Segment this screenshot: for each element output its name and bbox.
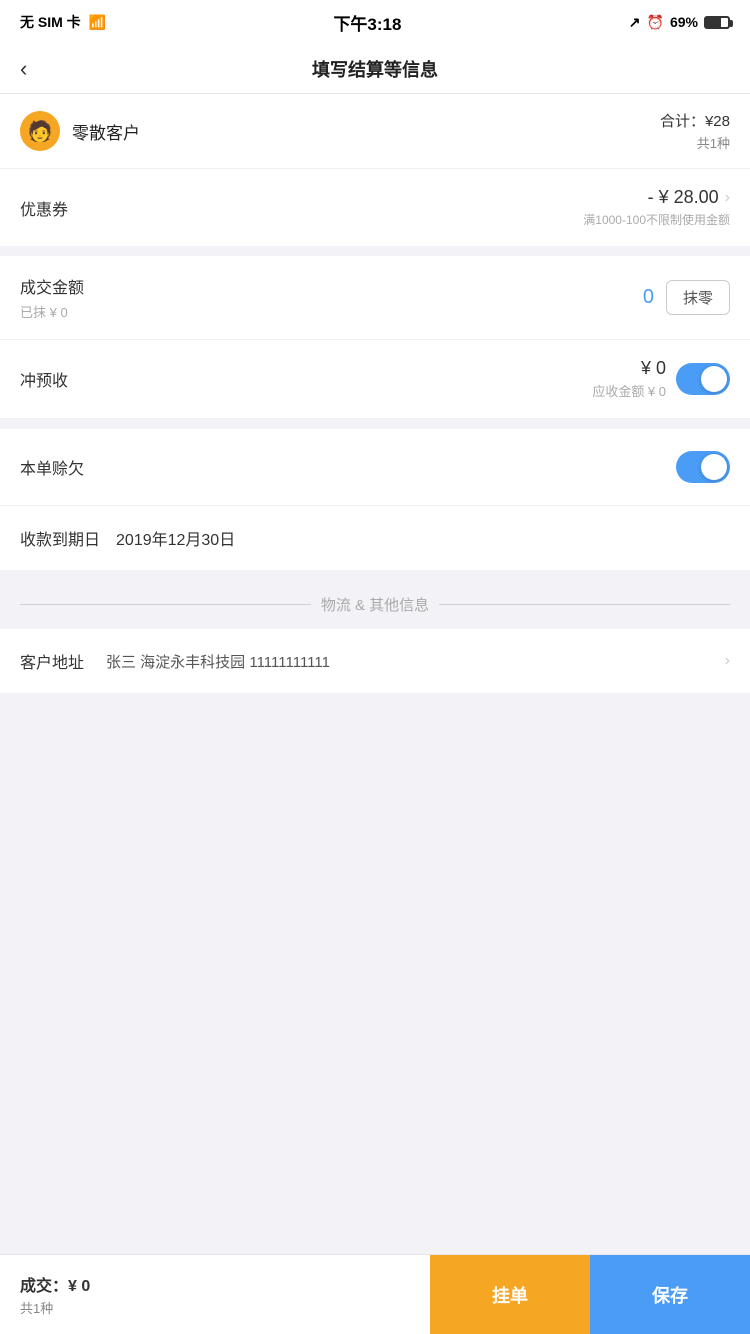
due-date-value[interactable]: 2019年12月30日 — [116, 526, 235, 550]
status-bar: 无 SIM 卡 📶 下午3:18 ↗ ⏰ 69% — [0, 0, 750, 44]
coupon-chevron: › — [725, 189, 730, 207]
coupon-label: 优惠券 — [20, 196, 68, 220]
back-button[interactable]: ‹ — [20, 56, 27, 82]
coupon-row[interactable]: 优惠券 - ¥ 28.00 › 满1000-100不限制使用金额 — [0, 168, 750, 246]
transaction-amount-label: 成交金额 — [20, 274, 100, 298]
bottom-total-value: ¥ 0 — [68, 1278, 90, 1295]
prepayment-row: 冲预收 ¥ 0 应收金额 ¥ 0 — [0, 340, 750, 419]
prepayment-right: ¥ 0 应收金额 ¥ 0 — [592, 358, 730, 400]
pending-button[interactable]: 挂单 — [430, 1255, 590, 1334]
status-right: ↗ ⏰ 69% — [629, 14, 730, 31]
prepayment-amount-col: ¥ 0 应收金额 ¥ 0 — [592, 358, 666, 400]
logistics-line: 物流 & 其他信息 — [20, 594, 730, 615]
prepayment-label: 冲预收 — [20, 367, 100, 391]
transaction-amount-value[interactable]: 0 — [624, 286, 654, 309]
coupon-right: - ¥ 28.00 › 满1000-100不限制使用金额 — [583, 187, 730, 228]
customer-row: 🧑 零散客户 合计：¥28 共1种 — [0, 94, 750, 168]
customer-left: 🧑 零散客户 — [20, 111, 140, 151]
bottom-total-label: 成交： — [20, 1278, 68, 1295]
prepayment-amount: ¥ 0 — [592, 358, 666, 379]
total-label: 合计：¥28 — [660, 110, 730, 131]
customer-name: 零散客户 — [72, 119, 140, 144]
transaction-amount-sub: 已抹 ¥ 0 — [20, 302, 100, 321]
wifi-icon: 📶 — [89, 14, 106, 31]
battery-icon — [704, 16, 730, 29]
address-card: 客户地址 张三 海淀永丰科技园 11111111111 › — [0, 629, 750, 693]
prepayment-left: 冲预收 — [20, 367, 100, 391]
nav-bar: ‹ 填写结算等信息 — [0, 44, 750, 94]
debit-card: 本单赊欠 收款到期日 2019年12月30日 — [0, 429, 750, 570]
alarm-icon: ⏰ — [647, 14, 664, 31]
due-date-label: 收款到期日 — [20, 526, 100, 550]
transaction-amount-row: 成交金额 已抹 ¥ 0 0 抹零 — [0, 256, 750, 340]
content: 🧑 零散客户 合计：¥28 共1种 优惠券 - ¥ 28.00 › 满1000-… — [0, 94, 750, 803]
debit-row: 本单赊欠 — [0, 429, 750, 505]
item-count: 共1种 — [660, 133, 730, 152]
page-title: 填写结算等信息 — [312, 56, 438, 82]
debit-label: 本单赊欠 — [20, 455, 84, 479]
logistics-section: 物流 & 其他信息 — [0, 580, 750, 629]
status-time: 下午3:18 — [333, 10, 401, 35]
prepayment-toggle[interactable] — [676, 363, 730, 395]
save-button[interactable]: 保存 — [590, 1255, 750, 1334]
address-row[interactable]: 客户地址 张三 海淀永丰科技园 11111111111 › — [0, 629, 750, 693]
coupon-discount: - ¥ 28.00 — [648, 187, 719, 208]
location-icon: ↗ — [629, 14, 641, 31]
status-left: 无 SIM 卡 📶 — [20, 12, 106, 32]
avatar-icon: 🧑 — [28, 119, 53, 144]
bottom-info: 成交：¥ 0 共1种 — [0, 1272, 430, 1317]
coupon-desc: 满1000-100不限制使用金额 — [583, 211, 730, 228]
address-label: 客户地址 — [20, 649, 90, 673]
prepayment-sub: 应收金额 ¥ 0 — [592, 381, 666, 400]
avatar: 🧑 — [20, 111, 60, 151]
transaction-card: 成交金额 已抹 ¥ 0 0 抹零 冲预收 ¥ 0 应收金额 ¥ 0 — [0, 256, 750, 419]
due-date-row: 收款到期日 2019年12月30日 — [0, 505, 750, 570]
customer-card: 🧑 零散客户 合计：¥28 共1种 优惠券 - ¥ 28.00 › 满1000-… — [0, 94, 750, 246]
transaction-amount-left: 成交金额 已抹 ¥ 0 — [20, 274, 100, 321]
round-off-button[interactable]: 抹零 — [666, 280, 730, 315]
transaction-amount-right: 0 抹零 — [624, 280, 730, 315]
address-chevron: › — [725, 652, 730, 670]
debit-toggle[interactable] — [676, 451, 730, 483]
battery-percent: 69% — [670, 14, 698, 30]
address-value: 张三 海淀永丰科技园 11111111111 — [106, 651, 725, 672]
logistics-label: 物流 & 其他信息 — [321, 594, 429, 615]
customer-right: 合计：¥28 共1种 — [660, 110, 730, 152]
bottom-count: 共1种 — [20, 1298, 410, 1317]
no-sim-text: 无 SIM 卡 — [20, 12, 81, 32]
bottom-total: 成交：¥ 0 — [20, 1272, 410, 1296]
bottom-bar: 成交：¥ 0 共1种 挂单 保存 — [0, 1254, 750, 1334]
